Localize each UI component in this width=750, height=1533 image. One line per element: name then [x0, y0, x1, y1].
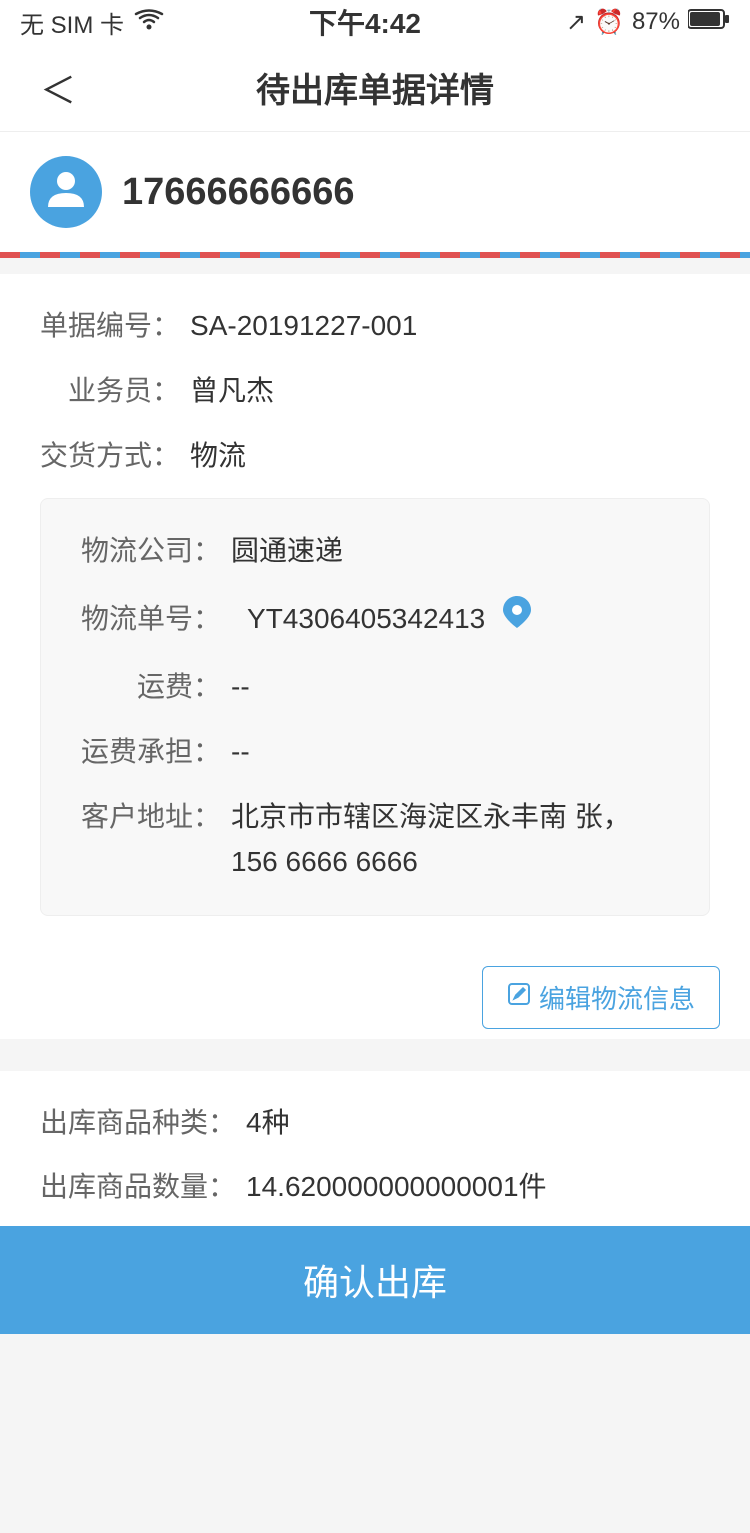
- avatar-icon: [44, 165, 88, 219]
- status-right: ↗ ⏰ 87%: [566, 8, 730, 37]
- document-no-row: 单据编号： SA-20191227-001: [40, 304, 710, 349]
- logistics-company-label: 物流公司：: [81, 529, 221, 574]
- location-status-icon: ↗: [566, 8, 586, 37]
- document-no-value: SA-20191227-001: [190, 304, 710, 349]
- sales-person-label: 业务员：: [40, 369, 180, 414]
- edit-logistics-button[interactable]: 编辑物流信息: [482, 966, 720, 1029]
- freight-row: 运费： --: [81, 665, 669, 710]
- back-button[interactable]: ＜: [30, 52, 86, 124]
- nav-bar: ＜ 待出库单据详情: [0, 44, 750, 132]
- goods-section: 出库商品种类： 4种 出库商品数量： 14.620000000000001件: [0, 1071, 750, 1241]
- confirm-button[interactable]: 确认出库: [0, 1226, 750, 1334]
- status-bar: 无 SIM 卡 下午4:42 ↗ ⏰ 87%: [0, 0, 750, 44]
- logistics-company-value: 圆通速递: [231, 529, 669, 574]
- address-row: 客户地址： 北京市市辖区海淀区永丰南 张，156 6666 6666: [81, 795, 669, 885]
- battery-percent: 87%: [632, 8, 680, 36]
- freight-label: 运费：: [81, 665, 221, 710]
- address-label: 客户地址：: [81, 795, 221, 840]
- page-title: 待出库单据详情: [256, 63, 494, 112]
- basic-info-section: 单据编号： SA-20191227-001 业务员： 曾凡杰 交货方式： 物流 …: [0, 274, 750, 946]
- freight-bearer-label: 运费承担：: [81, 730, 221, 775]
- logistics-company-row: 物流公司： 圆通速递: [81, 529, 669, 574]
- delivery-method-row: 交货方式： 物流: [40, 434, 710, 479]
- dashed-separator: [0, 252, 750, 258]
- customer-header: 17666666666: [0, 132, 750, 252]
- status-time: 下午4:42: [309, 2, 421, 42]
- tracking-no-value: YT43064053424​13: [247, 597, 485, 642]
- sales-person-value: 曾凡杰: [190, 369, 710, 414]
- section-divider-1: [0, 1039, 750, 1055]
- sim-status: 无 SIM 卡: [20, 5, 124, 40]
- wifi-icon: [134, 8, 164, 37]
- goods-types-value: 4种: [246, 1101, 710, 1146]
- address-value: 北京市市辖区海淀区永丰南 张，156 6666 6666: [231, 795, 669, 885]
- tracking-no-row: 物流单号： YT43064053424​13: [81, 594, 669, 645]
- freight-value: --: [231, 665, 669, 710]
- avatar: [30, 156, 102, 228]
- goods-types-label: 出库商品种类：: [40, 1101, 236, 1146]
- edit-icon: [507, 982, 531, 1013]
- delivery-method-value: 物流: [190, 434, 710, 479]
- bottom-spacer: [0, 1333, 750, 1533]
- delivery-method-label: 交货方式：: [40, 434, 180, 479]
- edit-logistics-label: 编辑物流信息: [539, 979, 695, 1016]
- freight-bearer-row: 运费承担： --: [81, 730, 669, 775]
- sales-person-row: 业务员： 曾凡杰: [40, 369, 710, 414]
- goods-types-row: 出库商品种类： 4种: [40, 1101, 710, 1146]
- document-no-label: 单据编号：: [40, 304, 180, 349]
- battery-icon: [688, 8, 730, 37]
- confirm-btn-label: 确认出库: [303, 1262, 447, 1303]
- customer-phone: 17666666666: [122, 171, 354, 214]
- status-left: 无 SIM 卡: [20, 5, 164, 40]
- goods-quantity-value: 14.620000000000001件: [246, 1165, 710, 1210]
- map-pin-icon[interactable]: [501, 594, 533, 645]
- logistics-section: 物流公司： 圆通速递 物流单号： YT43064053424​13 运费： --…: [40, 498, 710, 915]
- tracking-no-label: 物流单号：: [81, 597, 221, 642]
- goods-quantity-row: 出库商品数量： 14.620000000000001件: [40, 1165, 710, 1210]
- goods-quantity-label: 出库商品数量：: [40, 1165, 236, 1210]
- edit-btn-row: 编辑物流信息: [0, 946, 750, 1039]
- freight-bearer-value: --: [231, 730, 669, 775]
- alarm-icon: ⏰: [594, 8, 624, 37]
